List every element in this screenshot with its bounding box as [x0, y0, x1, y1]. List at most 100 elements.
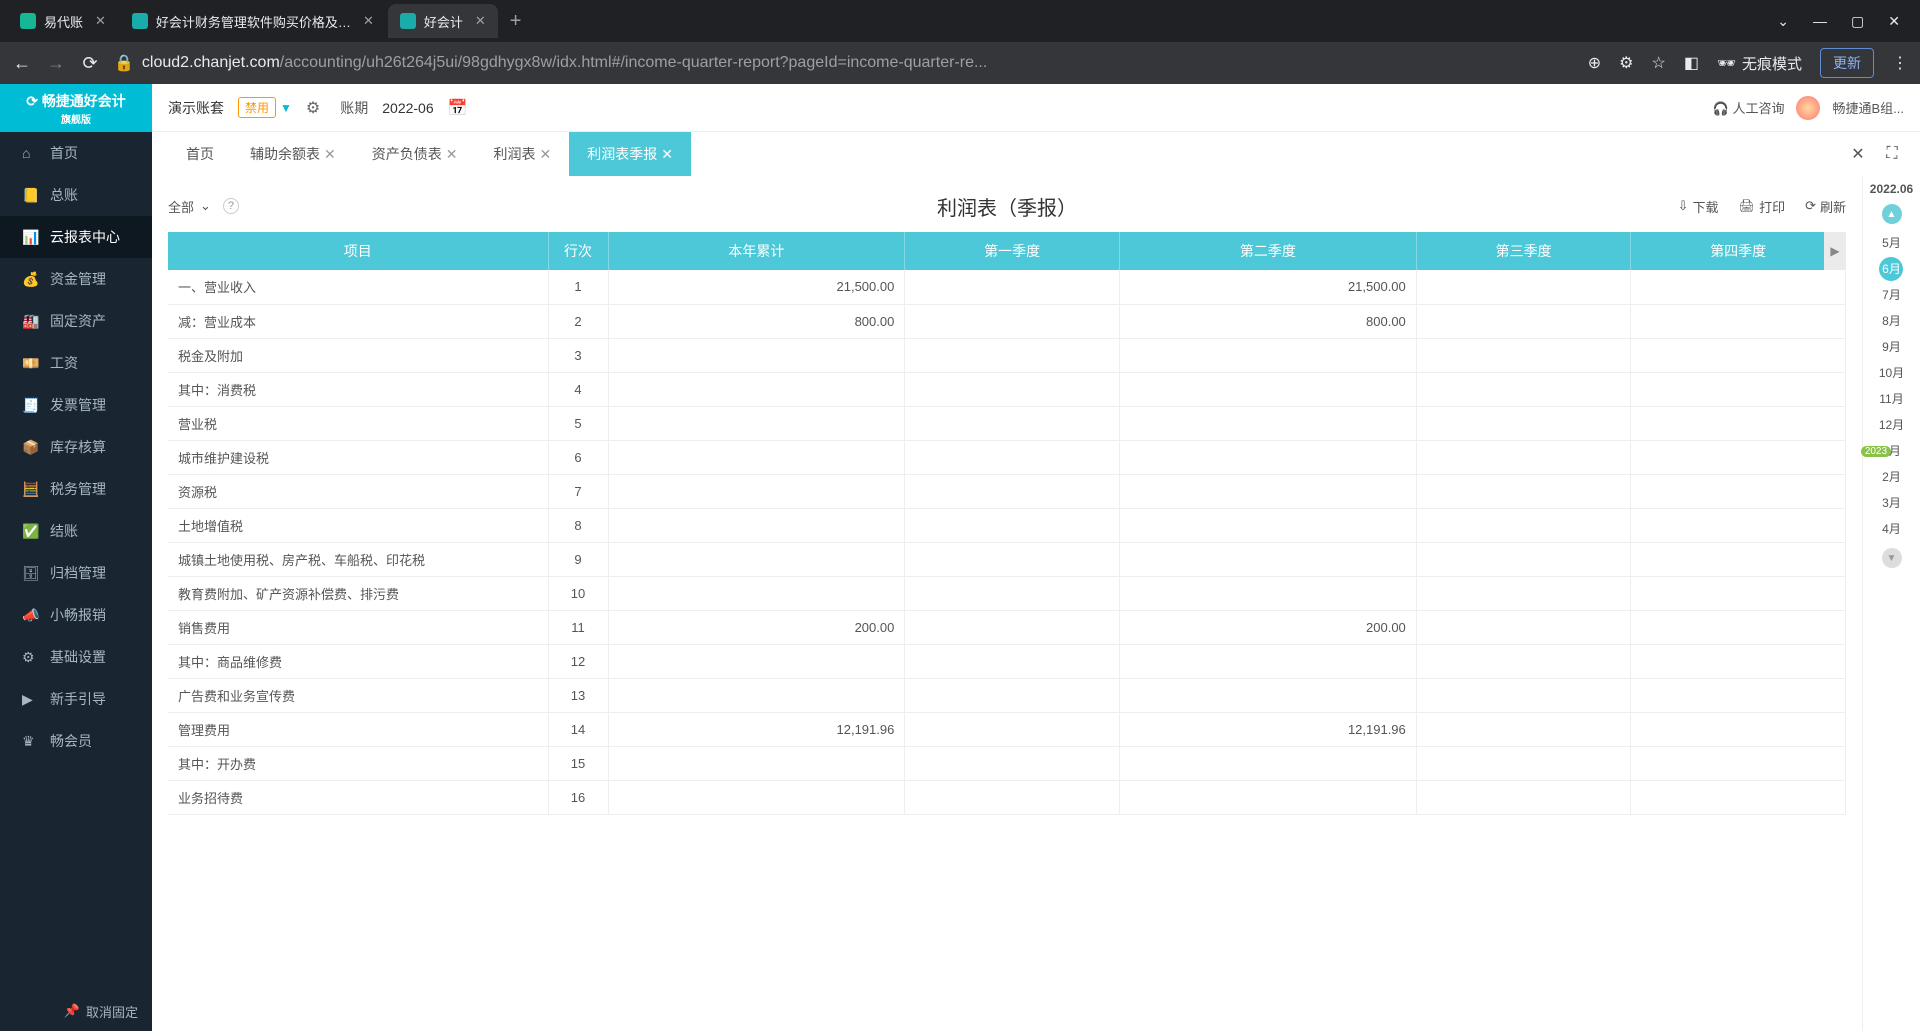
app-logo[interactable]: ⟳ 畅捷通好会计 旗舰版 [0, 84, 152, 132]
sidebar-item[interactable]: 📒总账 [0, 174, 152, 216]
table-row[interactable]: 其中：商品维修费12 [168, 644, 1846, 678]
avatar[interactable] [1796, 96, 1820, 120]
window-close[interactable]: ✕ [1888, 13, 1900, 30]
rail-scroll-down[interactable]: ▼ [1882, 548, 1902, 568]
table-row[interactable]: 管理费用1412,191.9612,191.96 [168, 712, 1846, 746]
table-scroll-right[interactable]: ▶ [1824, 232, 1846, 270]
sidebar-item[interactable]: 💴工资 [0, 342, 152, 384]
url-bar[interactable]: 🔒 cloud2.chanjet.com/accounting/uh26t264… [114, 53, 1574, 73]
rail-month[interactable]: 2月 [1882, 464, 1901, 490]
chevron-down-icon[interactable]: ▼ [280, 101, 292, 115]
table-cell: 教育费附加、矿产资源补偿费、排污费 [168, 576, 548, 610]
caret-down-icon[interactable]: ⌄ [1777, 13, 1789, 30]
sidebar-item[interactable]: 🗄归档管理 [0, 552, 152, 594]
rail-month[interactable]: 11月 [1879, 386, 1903, 412]
sidebar-item[interactable]: ⌂首页 [0, 132, 152, 174]
sidebar-item[interactable]: 💰资金管理 [0, 258, 152, 300]
table-cell [608, 474, 905, 508]
tab-close-icon[interactable]: ✕ [475, 13, 486, 29]
sidebar-item[interactable]: 🏭固定资产 [0, 300, 152, 342]
page-tab[interactable]: 首页 [168, 132, 232, 176]
filter-dropdown[interactable]: 全部 ⌄ ? [168, 197, 239, 216]
page-tab[interactable]: 利润表✕ [475, 132, 569, 176]
table-row[interactable]: 教育费附加、矿产资源补偿费、排污费10 [168, 576, 1846, 610]
rail-month[interactable]: 6月 [1879, 257, 1903, 281]
table-cell: 土地增值税 [168, 508, 548, 542]
download-button[interactable]: ⇩下载 [1678, 197, 1719, 216]
nav-forward[interactable]: → [46, 53, 66, 74]
profile-icon[interactable]: ◧ [1684, 53, 1699, 73]
rail-month[interactable]: 9月 [1882, 334, 1901, 360]
sidebar-item[interactable]: 📦库存核算 [0, 426, 152, 468]
table-row[interactable]: 城市维护建设税6 [168, 440, 1846, 474]
table-row[interactable]: 减：营业成本2800.00800.00 [168, 304, 1846, 338]
tab-close-icon[interactable]: ✕ [324, 132, 336, 176]
support-link[interactable]: 🎧 人工咨询 [1713, 98, 1785, 117]
sidebar-item[interactable]: ✅结账 [0, 510, 152, 552]
refresh-button[interactable]: ⟳刷新 [1805, 197, 1846, 216]
tab-close-icon[interactable]: ✕ [539, 132, 551, 176]
bookmark-icon[interactable]: ☆ [1651, 53, 1665, 73]
browser-menu-icon[interactable]: ⋮ [1892, 53, 1908, 73]
nav-reload[interactable]: ⟳ [80, 53, 100, 74]
zoom-icon[interactable]: ⊕ [1588, 53, 1601, 73]
sidebar-item[interactable]: ⚙基础设置 [0, 636, 152, 678]
tab-close-icon[interactable]: ✕ [446, 132, 458, 176]
period-value[interactable]: 2022-06 [382, 100, 433, 116]
table-row[interactable]: 营业税5 [168, 406, 1846, 440]
rail-month[interactable]: 4月 [1882, 516, 1901, 542]
browser-update-button[interactable]: 更新 [1820, 48, 1874, 78]
table-cell [1416, 746, 1631, 780]
rail-month[interactable]: 7月 [1882, 282, 1901, 308]
sidebar-item[interactable]: 📣小畅报销 [0, 594, 152, 636]
username[interactable]: 畅捷通B组... [1832, 98, 1904, 117]
rail-month[interactable]: 12月 [1879, 412, 1904, 438]
tab-close-icon[interactable]: ✕ [661, 132, 673, 176]
tabstrip-close-icon[interactable]: ✕ [1846, 142, 1870, 166]
table-row[interactable]: 资源税7 [168, 474, 1846, 508]
extensions-icon[interactable]: ⚙ [1619, 53, 1633, 73]
refresh-icon: ⟳ [1805, 198, 1816, 214]
sidebar-item[interactable]: 📊云报表中心 [0, 216, 152, 258]
account-set-name[interactable]: 演示账套 [168, 98, 224, 118]
sidebar-label: 固定资产 [50, 311, 106, 331]
browser-tab[interactable]: 易代账 ✕ [8, 4, 118, 38]
table-row[interactable]: 税金及附加3 [168, 338, 1846, 372]
help-icon[interactable]: ? [223, 198, 239, 214]
browser-tab[interactable]: 好会计财务管理软件购买价格及… ✕ [120, 4, 386, 38]
print-button[interactable]: 🖨打印 [1739, 197, 1786, 216]
window-minimize[interactable]: — [1813, 13, 1827, 30]
tabstrip-fullscreen-icon[interactable]: ⛶ [1880, 142, 1904, 166]
page-tab[interactable]: 资产负债表✕ [354, 132, 476, 176]
tab-close-icon[interactable]: ✕ [95, 13, 106, 29]
tab-close-icon[interactable]: ✕ [363, 13, 374, 29]
table-cell [905, 746, 1120, 780]
table-row[interactable]: 城镇土地使用税、房产税、车船税、印花税9 [168, 542, 1846, 576]
rail-month[interactable]: 8月 [1882, 308, 1901, 334]
settings-icon[interactable]: ⚙ [306, 98, 320, 118]
table-row[interactable]: 一、营业收入121,500.0021,500.00 [168, 270, 1846, 304]
nav-back[interactable]: ← [12, 53, 32, 74]
table-row[interactable]: 销售费用11200.00200.00 [168, 610, 1846, 644]
sidebar-item[interactable]: 🧾发票管理 [0, 384, 152, 426]
table-row[interactable]: 土地增值税8 [168, 508, 1846, 542]
calendar-icon[interactable]: 📅 [448, 98, 468, 118]
page-tab[interactable]: 利润表季报✕ [569, 132, 691, 176]
rail-month[interactable]: 10月 [1879, 360, 1904, 386]
browser-tab[interactable]: 好会计 ✕ [388, 4, 498, 38]
table-cell [1631, 372, 1846, 406]
sidebar-item[interactable]: ♛畅会员 [0, 720, 152, 762]
sidebar-item[interactable]: ▶新手引导 [0, 678, 152, 720]
sidebar-unpin[interactable]: 📌 取消固定 [0, 991, 152, 1031]
new-tab-button[interactable]: + [498, 10, 534, 33]
rail-month[interactable]: 3月 [1882, 490, 1901, 516]
page-tab[interactable]: 辅助余额表✕ [232, 132, 354, 176]
table-row[interactable]: 其中：开办费15 [168, 746, 1846, 780]
rail-scroll-up[interactable]: ▲ [1882, 204, 1902, 224]
table-row[interactable]: 其中：消费税4 [168, 372, 1846, 406]
rail-month[interactable]: 5月 [1882, 230, 1901, 256]
sidebar-item[interactable]: 🧮税务管理 [0, 468, 152, 510]
table-row[interactable]: 业务招待费16 [168, 780, 1846, 814]
window-maximize[interactable]: ▢ [1851, 13, 1864, 30]
table-row[interactable]: 广告费和业务宣传费13 [168, 678, 1846, 712]
